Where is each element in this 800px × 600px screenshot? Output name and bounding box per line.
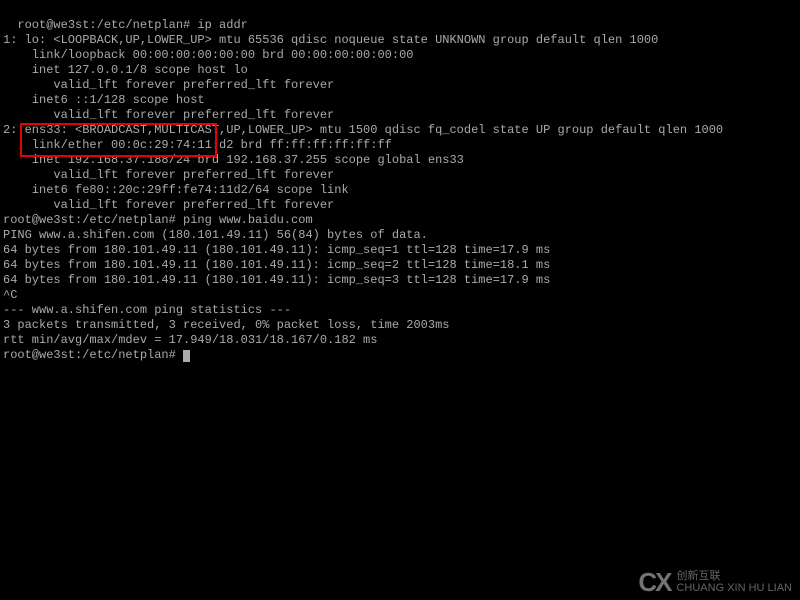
- term-line: rtt min/avg/max/mdev = 17.949/18.031/18.…: [3, 333, 377, 347]
- term-line: valid_lft forever preferred_lft forever: [3, 198, 334, 212]
- term-line: ^C: [3, 288, 17, 302]
- terminal-output[interactable]: root@we3st:/etc/netplan# ip addr 1: lo: …: [3, 3, 797, 363]
- term-line: 64 bytes from 180.101.49.11 (180.101.49.…: [3, 243, 550, 257]
- term-line: --- www.a.shifen.com ping statistics ---: [3, 303, 291, 317]
- term-line: root@we3st:/etc/netplan# ping www.baidu.…: [3, 213, 313, 227]
- term-line: valid_lft forever preferred_lft forever: [3, 168, 334, 182]
- watermark-line1: 创新互联: [676, 570, 720, 582]
- watermark-logo-icon: CX: [638, 575, 670, 590]
- term-line: valid_lft forever preferred_lft forever: [3, 78, 334, 92]
- term-prompt: root@we3st:/etc/netplan#: [3, 348, 183, 362]
- watermark-line2: CHUANG XIN HU LIAN: [676, 582, 792, 594]
- cursor-icon: [183, 350, 190, 362]
- term-line: inet6 ::1/128 scope host: [3, 93, 205, 107]
- term-line: valid_lft forever preferred_lft forever: [3, 108, 334, 122]
- term-line: inet 127.0.0.1/8 scope host lo: [3, 63, 248, 77]
- watermark-text: 创新互联 CHUANG XIN HU LIAN: [676, 570, 792, 594]
- term-line: 3 packets transmitted, 3 received, 0% pa…: [3, 318, 449, 332]
- term-line: 64 bytes from 180.101.49.11 (180.101.49.…: [3, 258, 550, 272]
- watermark: CX 创新互联 CHUANG XIN HU LIAN: [638, 570, 792, 594]
- term-line: 64 bytes from 180.101.49.11 (180.101.49.…: [3, 273, 550, 287]
- term-line: inet6 fe80::20c:29ff:fe74:11d2/64 scope …: [3, 183, 349, 197]
- term-line: link/loopback 00:00:00:00:00:00 brd 00:0…: [3, 48, 413, 62]
- term-line: root@we3st:/etc/netplan# ip addr: [17, 18, 247, 32]
- term-line: PING www.a.shifen.com (180.101.49.11) 56…: [3, 228, 428, 242]
- term-line: 1: lo: <LOOPBACK,UP,LOWER_UP> mtu 65536 …: [3, 33, 658, 47]
- annotation-highlight-box: [20, 123, 217, 157]
